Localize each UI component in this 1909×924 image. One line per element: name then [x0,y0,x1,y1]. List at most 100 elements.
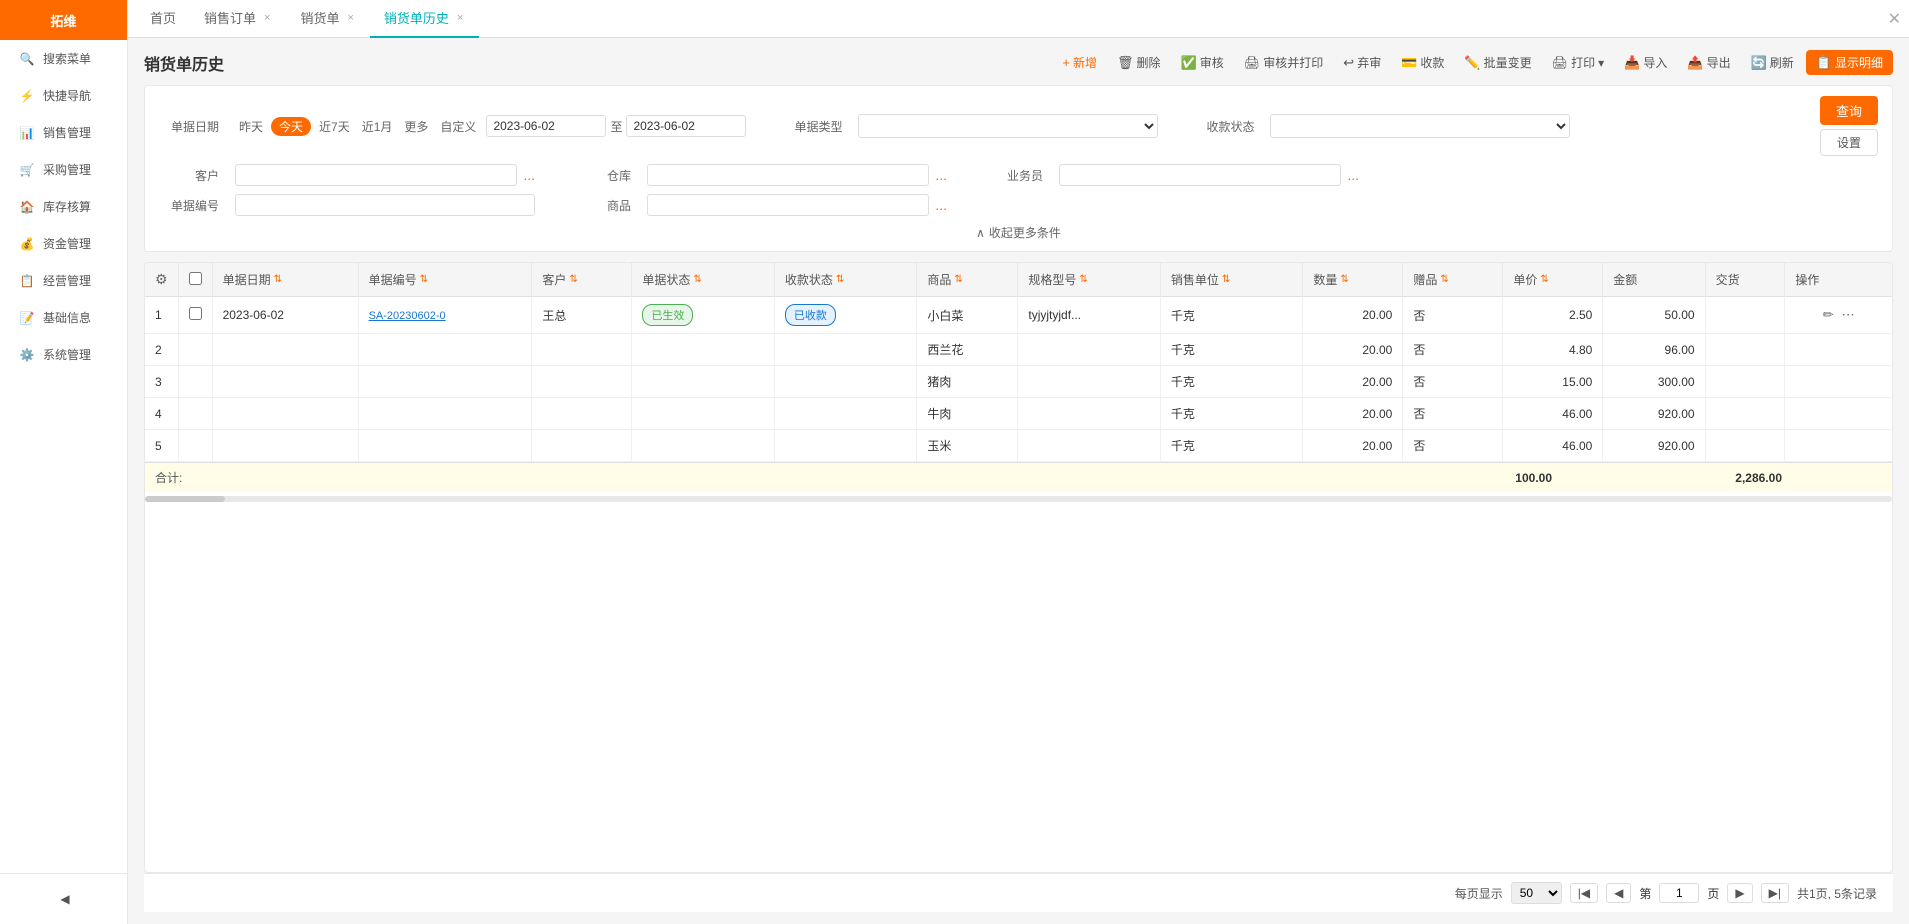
th-checkbox [178,263,212,297]
sort-icon: ⇅ [1079,274,1087,285]
cell-qty: 20.00 [1303,430,1403,462]
sidebar-item-label: 搜索菜单 [43,50,91,67]
th-amount: 金额 [1603,263,1705,297]
th-unit-price[interactable]: 单价 ⇅ [1503,263,1603,297]
goods-ellipsis-btn[interactable]: ... [935,197,947,213]
cell-doc-no [358,430,532,462]
tab-sales-order[interactable]: 销售订单 × [190,0,286,38]
first-page-btn[interactable]: |◀ [1570,883,1598,903]
th-goods[interactable]: 商品 ⇅ [917,263,1018,297]
goods-input[interactable] [647,194,929,216]
cell-amount: 920.00 [1603,398,1705,430]
sidebar-item-ops-mgmt[interactable]: 📋 经营管理 [0,262,127,299]
shortcut-7days[interactable]: 近7天 [315,117,354,136]
page-number-input[interactable] [1659,883,1699,903]
sidebar-item-sys-mgmt[interactable]: ⚙️ 系统管理 [0,336,127,373]
th-pay-status[interactable]: 收款状态 ⇅ [774,263,917,297]
salesperson-ellipsis-btn[interactable]: ... [1347,167,1359,183]
money-icon: 💰 [19,236,35,252]
tab-close-sales-delivery[interactable]: × [345,12,355,24]
sidebar-item-quick-nav[interactable]: ⚡ 快捷导航 [0,77,127,114]
doc-no-input[interactable] [235,194,535,216]
date-shortcuts: 昨天 今天 近7天 近1月 更多 自定义 [235,117,480,136]
import-button[interactable]: 📥 导入 [1616,50,1675,75]
batch-change-button[interactable]: ✏️ 批量变更 [1456,50,1539,75]
delete-button[interactable]: 🗑 删除 [1109,50,1169,75]
sidebar-item-basic-info[interactable]: 📝 基础信息 [0,299,127,336]
filter-collapse-btn[interactable]: ∧ 收起更多条件 [159,224,1878,241]
th-doc-date[interactable]: 单据日期 ⇅ [212,263,358,297]
shortcut-today[interactable]: 今天 [271,117,311,136]
th-gift[interactable]: 赠品 ⇅ [1403,263,1503,297]
sort-icon: ⇅ [274,274,282,285]
collapse-icon: ◀ [60,892,69,906]
th-settings[interactable]: ⚙ [145,263,178,297]
window-close-btn[interactable]: ✕ [1888,9,1901,29]
column-settings-icon[interactable]: ⚙ [155,271,168,287]
sidebar-item-inventory[interactable]: 🏠 库存核算 [0,188,127,225]
salesperson-input[interactable] [1059,164,1341,186]
th-spec[interactable]: 规格型号 ⇅ [1018,263,1161,297]
audit-button[interactable]: ✅ 审核 [1173,50,1232,75]
sidebar-item-label: 经营管理 [43,272,91,289]
tab-close-sales-history[interactable]: × [455,12,465,24]
shortcut-more[interactable]: 更多 [400,117,432,136]
more-action-icon[interactable]: ⋯ [1838,305,1859,324]
export-button[interactable]: 📤 导出 [1679,50,1738,75]
goods-field: ... [647,194,947,216]
scrollbar-thumb[interactable] [145,496,225,502]
customer-input[interactable] [235,164,517,186]
th-customer[interactable]: 客户 ⇅ [532,263,632,297]
sidebar-item-purchase-mgmt[interactable]: 🛒 采购管理 [0,151,127,188]
th-unit[interactable]: 销售单位 ⇅ [1160,263,1303,297]
sidebar-collapse-btn[interactable]: ◀ [0,882,127,916]
doc-type-select[interactable] [858,114,1158,138]
tab-sales-delivery[interactable]: 销货单 × [286,0,369,38]
edit-action-icon[interactable]: ✏ [1819,305,1838,324]
shortcut-custom[interactable]: 自定义 [436,117,480,136]
next-page-btn[interactable]: ▶ [1727,883,1752,903]
prev-page-btn[interactable]: ◀ [1606,883,1631,903]
th-doc-no[interactable]: 单据编号 ⇅ [358,263,532,297]
add-button[interactable]: + 新增 [1054,50,1105,75]
refresh-button[interactable]: 🔄 刷新 [1743,50,1802,75]
horizontal-scrollbar[interactable] [145,496,1892,502]
refresh-icon: 🔄 [1751,55,1767,71]
warehouse-ellipsis-btn[interactable]: ... [935,167,947,183]
abandon-button[interactable]: ↩ 弃审 [1335,50,1389,75]
tab-sales-history[interactable]: 销货单历史 × [370,0,479,38]
tab-home[interactable]: 首页 [136,0,190,38]
select-all-checkbox[interactable] [189,272,202,285]
payment-status-select[interactable] [1270,114,1570,138]
date-from-input[interactable] [486,115,606,137]
th-doc-status[interactable]: 单据状态 ⇅ [632,263,775,297]
cell-unit-price: 15.00 [1503,366,1603,398]
sidebar-item-search-menu[interactable]: 🔍 搜索菜单 [0,40,127,77]
filter-row-2: 客户 ... 仓库 ... 业务员 ... [159,164,1878,186]
settings-button[interactable]: 设置 [1820,129,1878,156]
show-detail-button[interactable]: 📋 显示明细 [1806,50,1893,75]
doc-no-link[interactable]: SA-20230602-0 [369,310,446,322]
th-qty[interactable]: 数量 ⇅ [1303,263,1403,297]
cell-unit: 千克 [1160,398,1303,430]
customer-ellipsis-btn[interactable]: ... [523,167,535,183]
sidebar-item-finance-mgmt[interactable]: 💰 资金管理 [0,225,127,262]
print-button[interactable]: 🖨 打印 ▾ [1544,50,1613,75]
shortcut-1month[interactable]: 近1月 [358,117,397,136]
status-badge: 已生效 [642,304,693,326]
table-container: ⚙ 单据日期 ⇅ 单据编号 [144,262,1893,873]
sort-icon: ⇅ [1340,274,1348,285]
cell-customer [532,334,632,366]
shortcut-yesterday[interactable]: 昨天 [235,117,267,136]
row-checkbox[interactable] [189,307,202,320]
last-page-btn[interactable]: ▶| [1761,883,1789,903]
settings-icon: ⚙️ [19,347,35,363]
audit-print-button[interactable]: 🖨 审核并打印 [1236,50,1332,75]
page-size-select[interactable]: 50 100 [1511,882,1562,904]
warehouse-input[interactable] [647,164,929,186]
search-button[interactable]: 查询 [1820,96,1878,125]
sidebar-item-sales-mgmt[interactable]: 📊 销售管理 [0,114,127,151]
collect-button[interactable]: 💳 收款 [1393,50,1452,75]
date-to-input[interactable] [626,115,746,137]
tab-close-sales-order[interactable]: × [262,12,272,24]
